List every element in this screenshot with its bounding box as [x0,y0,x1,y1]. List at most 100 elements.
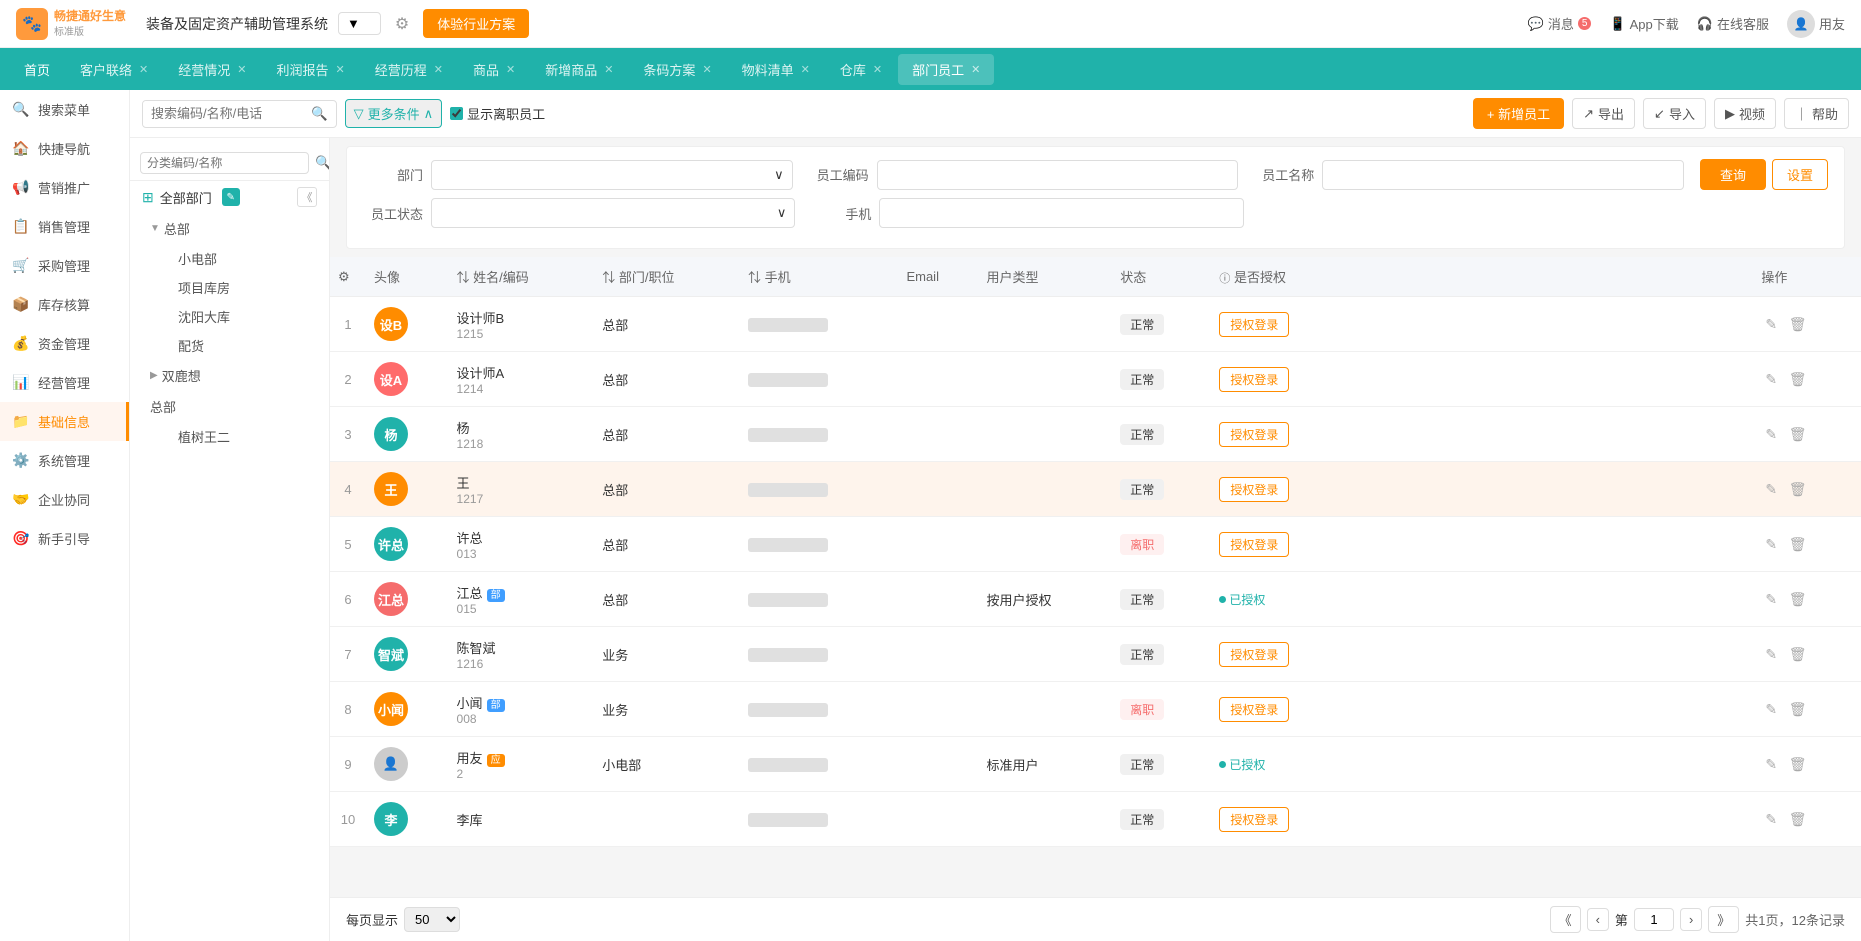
edit-button[interactable]: ✎ [1761,369,1781,390]
close-icon[interactable]: ✕ [237,63,246,76]
close-icon[interactable]: ✕ [801,63,810,76]
dept-tree-item-hq2[interactable]: 总部 [142,391,329,422]
close-icon[interactable]: ✕ [604,63,613,76]
col-phone[interactable]: ⇅ 手机 [740,257,899,297]
setting-button[interactable]: 设置 [1772,159,1828,190]
auth-button[interactable]: 授权登录 [1219,807,1289,832]
search-button[interactable]: 🔍 [303,101,336,127]
next-page-button[interactable]: › [1680,908,1702,931]
tab-history[interactable]: 经营历程 ✕ [361,54,457,85]
tab-operation[interactable]: 经营情况 ✕ [164,54,260,85]
delete-button[interactable]: 🗑 [1785,644,1811,665]
message-item[interactable]: 💬 消息 5 [1528,14,1592,33]
sidebar-item-search[interactable]: 🔍 搜索菜单 [0,90,129,129]
sidebar-item-marketing[interactable]: 📢 营销推广 [0,168,129,207]
close-icon[interactable]: ✕ [971,63,980,76]
sidebar-item-nav[interactable]: 🏠 快捷导航 [0,129,129,168]
emp-code-input[interactable] [877,160,1239,190]
dept-tree-item-shenyang[interactable]: 沈阳大库 [142,302,329,331]
category-search-input[interactable] [140,152,309,174]
sidebar-item-system[interactable]: ⚙️ 系统管理 [0,441,129,480]
close-icon[interactable]: ✕ [873,63,882,76]
close-icon[interactable]: ✕ [434,63,443,76]
edit-button[interactable]: ✎ [1761,479,1781,500]
prev-page-button[interactable]: ‹ [1587,908,1609,931]
tab-customer[interactable]: 客户联络 ✕ [66,54,162,85]
auth-button[interactable]: 授权登录 [1219,697,1289,722]
tab-goods[interactable]: 商品 ✕ [459,54,529,85]
tab-new-goods[interactable]: 新增商品 ✕ [531,54,627,85]
edit-button[interactable]: ✎ [1761,534,1781,555]
delete-button[interactable]: 🗑 [1785,369,1811,390]
col-name[interactable]: ⇅ 姓名/编码 [449,257,595,297]
edit-button[interactable]: ✎ [1761,754,1781,775]
dept-tree-item-project[interactable]: 项目库房 [142,273,329,302]
auth-button[interactable]: 授权登录 [1219,312,1289,337]
search-box[interactable]: 🔍 [142,100,337,128]
sidebar-item-finance[interactable]: 💰 资金管理 [0,324,129,363]
collapse-button[interactable]: 《 [297,187,317,207]
search-input[interactable] [143,101,303,126]
service-item[interactable]: 🎧 在线客服 [1697,14,1769,33]
close-icon[interactable]: ✕ [139,63,148,76]
sidebar-item-basic[interactable]: 📁 基础信息 [0,402,129,441]
edit-button[interactable]: ✎ [1761,314,1781,335]
dept-tree-item-distribution[interactable]: 配货 [142,331,329,360]
dept-tree-item-shuanglu[interactable]: ▶ 双鹿想 [142,360,329,391]
per-page-select[interactable]: 50 100 [404,907,460,932]
tab-bom[interactable]: 物料清单 ✕ [728,54,824,85]
dept-select[interactable]: ∨ [431,160,793,190]
col-dept[interactable]: ⇅ 部门/职位 [594,257,740,297]
auth-button[interactable]: 授权登录 [1219,422,1289,447]
edit-button[interactable]: ✎ [1761,644,1781,665]
help-button[interactable]: ｜ 帮助 [1784,98,1849,129]
user-item[interactable]: 👤 用友 [1787,10,1845,38]
last-page-button[interactable]: 》 [1708,906,1739,933]
trial-button[interactable]: 体验行业方案 [423,9,529,38]
edit-button[interactable]: ✎ [1761,699,1781,720]
export-button[interactable]: ↗ 导出 [1572,98,1635,129]
sidebar-item-inventory[interactable]: 📦 库存核算 [0,285,129,324]
more-filter-button[interactable]: ▽ 更多条件 ∧ [345,99,443,128]
auth-button[interactable]: 授权登录 [1219,477,1289,502]
emp-status-select[interactable]: ∨ [431,198,795,228]
system-dropdown[interactable]: ▼ [338,12,381,35]
sidebar-item-purchase[interactable]: 🛒 采购管理 [0,246,129,285]
sidebar-item-business[interactable]: 📊 经营管理 [0,363,129,402]
add-employee-button[interactable]: + 新增员工 [1473,98,1564,129]
show-resigned-input[interactable] [450,107,463,120]
edit-button[interactable]: ✎ [1761,809,1781,830]
delete-button[interactable]: 🗑 [1785,314,1811,335]
delete-button[interactable]: 🗑 [1785,754,1811,775]
tab-profit[interactable]: 利润报告 ✕ [262,54,358,85]
category-search-btn[interactable]: 🔍 [315,155,330,171]
dept-tree-item-headquarters[interactable]: ▼ 总部 [142,213,329,244]
col-settings[interactable]: ⚙ [330,257,366,297]
tab-home[interactable]: 首页 [10,54,64,85]
close-icon[interactable]: ✕ [702,63,711,76]
auth-button[interactable]: 授权登录 [1219,532,1289,557]
page-input[interactable] [1634,908,1674,931]
delete-button[interactable]: 🗑 [1785,589,1811,610]
sidebar-item-guide[interactable]: 🎯 新手引导 [0,519,129,558]
tab-employees[interactable]: 部门员工 ✕ [898,54,994,85]
delete-button[interactable]: 🗑 [1785,699,1811,720]
close-icon[interactable]: ✕ [506,63,515,76]
delete-button[interactable]: 🗑 [1785,809,1811,830]
dept-tree-item-zhishu[interactable]: 植树王二 [142,422,329,451]
first-page-button[interactable]: 《 [1550,906,1581,933]
delete-button[interactable]: 🗑 [1785,479,1811,500]
dept-tree-item-xiaodian[interactable]: 小电部 [142,244,329,273]
sidebar-item-sales[interactable]: 📋 销售管理 [0,207,129,246]
dept-edit-btn[interactable]: ✎ [222,188,240,206]
show-resigned-checkbox[interactable]: 显示离职员工 [450,104,545,123]
delete-button[interactable]: 🗑 [1785,424,1811,445]
close-icon[interactable]: ✕ [336,63,345,76]
auth-button[interactable]: 授权登录 [1219,367,1289,392]
auth-button[interactable]: 授权登录 [1219,642,1289,667]
sidebar-item-collab[interactable]: 🤝 企业协同 [0,480,129,519]
emp-name-input[interactable] [1322,160,1684,190]
edit-button[interactable]: ✎ [1761,589,1781,610]
delete-button[interactable]: 🗑 [1785,534,1811,555]
gear-button[interactable]: ⚙ [391,10,413,38]
